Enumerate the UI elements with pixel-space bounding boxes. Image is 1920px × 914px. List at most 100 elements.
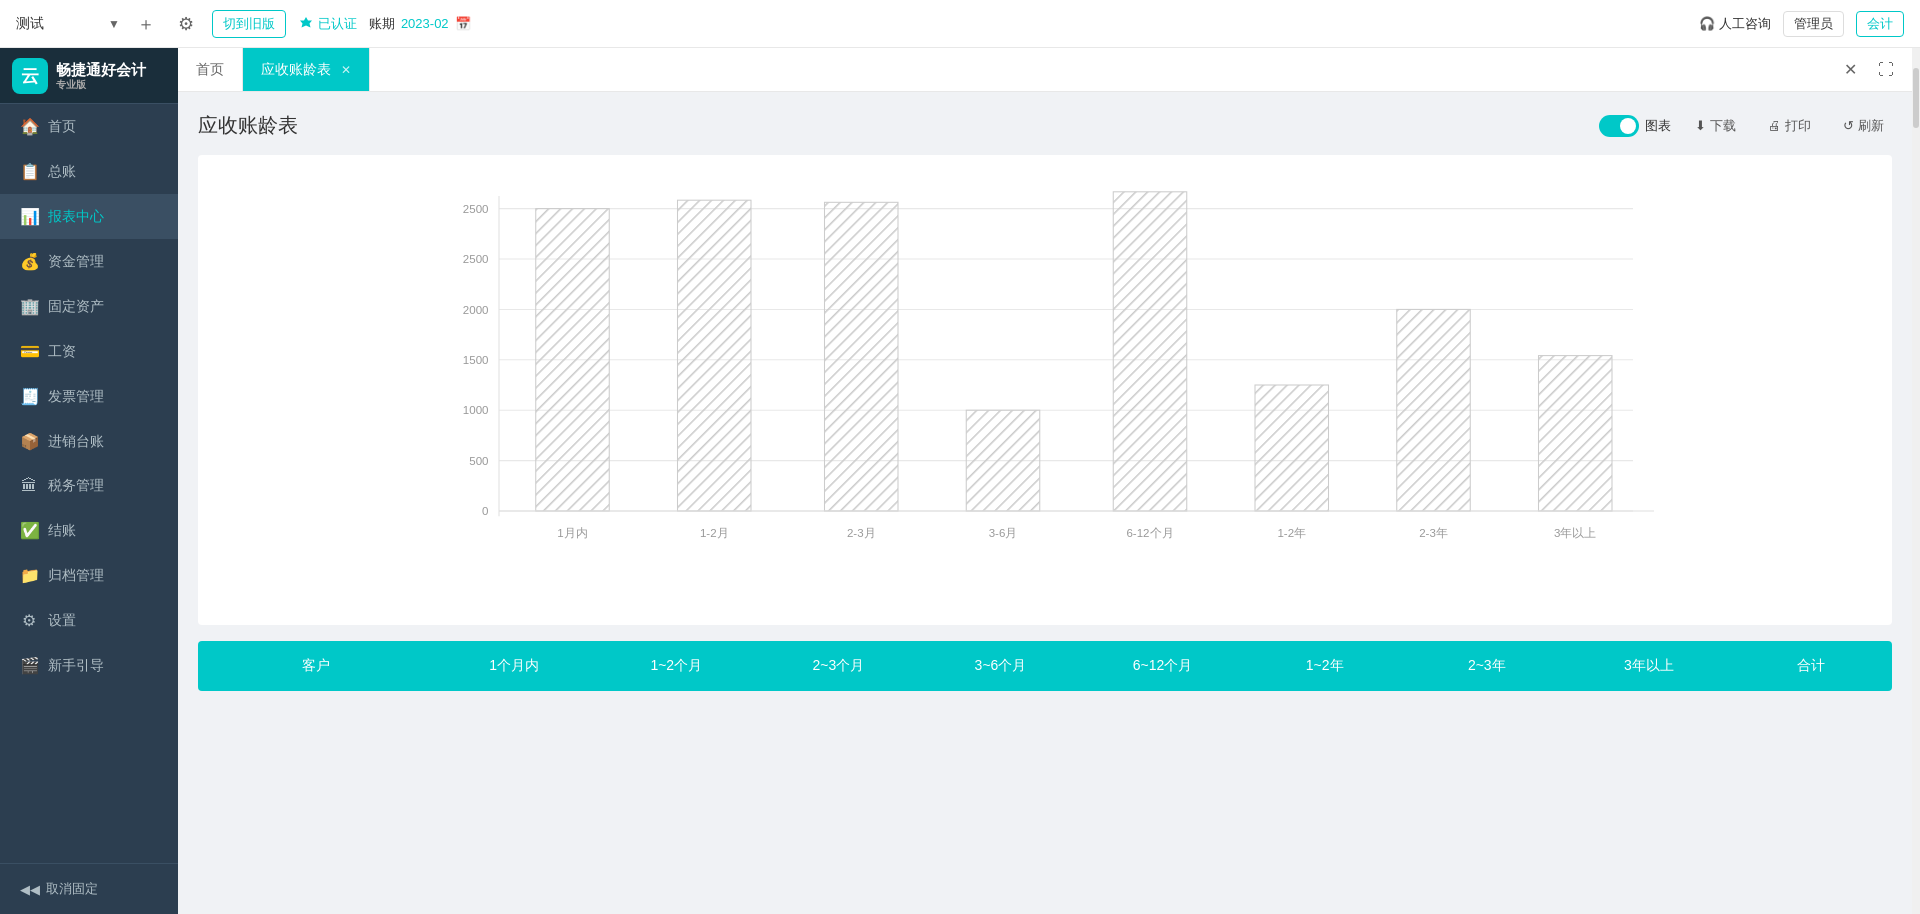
sidebar-item-invoice[interactable]: 🧾 发票管理 <box>0 374 178 419</box>
close-panel-button[interactable]: ✕ <box>1836 56 1864 84</box>
guide-icon: 🎬 <box>20 656 38 675</box>
bar-3-6月 <box>966 410 1040 511</box>
download-button[interactable]: ⬇ 下载 <box>1687 113 1744 139</box>
svg-text:2500: 2500 <box>463 253 489 265</box>
settings-icon: ⚙ <box>20 611 38 630</box>
sidebar-item-tax[interactable]: 🏛 税务管理 <box>0 464 178 508</box>
sidebar-item-label: 进销台账 <box>48 433 104 451</box>
table-header-2-3month: 2~3个月 <box>757 641 919 691</box>
tab-bar-actions: ✕ ⛶ <box>1836 56 1900 84</box>
sidebar-item-funds[interactable]: 💰 资金管理 <box>0 239 178 284</box>
download-label: 下载 <box>1710 117 1736 135</box>
funds-icon: 💰 <box>20 252 38 271</box>
content-area: 首页 应收账龄表 ✕ ✕ ⛶ 应收账龄表 图表 <box>178 48 1912 914</box>
refresh-button[interactable]: ↺ 刷新 <box>1835 113 1892 139</box>
pin-icon: ◀◀ <box>20 882 40 897</box>
chart-area: 0 500 1000 1500 2000 2500 2500 1月内 <box>218 175 1872 595</box>
table-header-total: 合计 <box>1730 641 1892 691</box>
sidebar-item-label: 总账 <box>48 163 76 181</box>
sidebar-item-label: 设置 <box>48 612 76 630</box>
reports-icon: 📊 <box>20 207 38 226</box>
sidebar-item-label: 资金管理 <box>48 253 104 271</box>
sidebar-item-ledger[interactable]: 📋 总账 <box>0 149 178 194</box>
manager-button[interactable]: 管理员 <box>1783 11 1844 37</box>
refresh-icon: ↺ <box>1843 118 1854 133</box>
page-header: 应收账龄表 图表 ⬇ 下载 🖨 打印 ↺ <box>198 112 1892 139</box>
sidebar-item-home[interactable]: 🏠 首页 <box>0 104 178 149</box>
sidebar-item-payroll[interactable]: 💳 工资 <box>0 329 178 374</box>
svg-text:0: 0 <box>482 505 488 517</box>
sidebar-item-label: 工资 <box>48 343 76 361</box>
sidebar: 云 畅捷通好会计 专业版 🏠 首页 📋 总账 📊 报表中心 💰 资金管理 <box>0 48 178 914</box>
sidebar-item-checkout[interactable]: ✅ 结账 <box>0 508 178 553</box>
svg-text:2000: 2000 <box>463 304 489 316</box>
download-icon: ⬇ <box>1695 118 1706 133</box>
module-title: 测试 <box>16 15 96 33</box>
consult-button[interactable]: 🎧 人工咨询 <box>1699 15 1771 33</box>
sidebar-item-assets[interactable]: 🏢 固定资产 <box>0 284 178 329</box>
assets-icon: 🏢 <box>20 297 38 316</box>
svg-text:3-6月: 3-6月 <box>989 527 1018 539</box>
svg-text:1月内: 1月内 <box>557 527 587 539</box>
module-dropdown-icon[interactable]: ▼ <box>108 17 120 31</box>
table-header-6-12month: 6~12个月 <box>1082 641 1244 691</box>
calendar-icon[interactable]: 📅 <box>455 16 471 31</box>
sidebar-item-label: 首页 <box>48 118 76 136</box>
tab-aging-close[interactable]: ✕ <box>341 63 351 77</box>
app-name-text: 畅捷通好会计 专业版 <box>56 61 146 91</box>
bar-1-2月 <box>678 200 752 511</box>
page-title: 应收账龄表 <box>198 112 298 139</box>
sidebar-item-reports[interactable]: 📊 报表中心 <box>0 194 178 239</box>
tab-aging[interactable]: 应收账龄表 ✕ <box>243 48 370 91</box>
page-content: 应收账龄表 图表 ⬇ 下载 🖨 打印 ↺ <box>178 92 1912 914</box>
svg-text:2-3月: 2-3月 <box>847 527 876 539</box>
svg-text:3年以上: 3年以上 <box>1554 527 1596 539</box>
add-module-button[interactable]: ＋ <box>132 10 160 38</box>
data-table-container: 客户 1个月内 1~2个月 2~3个月 3~6个月 6~12个月 1~2年 2~… <box>198 641 1892 691</box>
scrollbar-track[interactable] <box>1912 48 1920 914</box>
bar-1-2年 <box>1255 385 1329 511</box>
app-logo-icon: 云 <box>12 58 48 94</box>
table-header-customer: 客户 <box>198 641 433 691</box>
account-period: 账期 2023-02 📅 <box>369 15 471 33</box>
headset-icon: 🎧 <box>1699 16 1715 31</box>
scrollbar-thumb[interactable] <box>1913 68 1919 128</box>
switch-version-button[interactable]: 切到旧版 <box>212 10 286 38</box>
certified-label: 已认证 <box>318 15 357 33</box>
top-bar: 测试 ▼ ＋ ⚙ 切到旧版 已认证 账期 2023-02 📅 🎧 人工咨询 管理… <box>0 0 1920 48</box>
sidebar-item-archive[interactable]: 📁 归档管理 <box>0 553 178 598</box>
svg-text:2-3年: 2-3年 <box>1419 527 1448 539</box>
print-label: 打印 <box>1785 117 1811 135</box>
sidebar-item-settings[interactable]: ⚙ 设置 <box>0 598 178 643</box>
checkout-icon: ✅ <box>20 521 38 540</box>
print-button[interactable]: 🖨 打印 <box>1760 113 1819 139</box>
role-button[interactable]: 会计 <box>1856 11 1904 37</box>
chart-container: 0 500 1000 1500 2000 2500 2500 1月内 <box>198 155 1892 625</box>
table-header-1-2year: 1~2年 <box>1244 641 1406 691</box>
account-period-value: 2023-02 <box>401 16 449 31</box>
certified-badge: 已认证 <box>298 15 357 33</box>
sidebar-item-guide[interactable]: 🎬 新手引导 <box>0 643 178 688</box>
tab-home[interactable]: 首页 <box>178 48 243 91</box>
bar-6-12月 <box>1113 192 1187 511</box>
sidebar-item-label: 结账 <box>48 522 76 540</box>
expand-panel-button[interactable]: ⛶ <box>1872 56 1900 84</box>
svg-text:2500: 2500 <box>463 203 489 215</box>
print-icon: 🖨 <box>1768 118 1781 133</box>
table-header-2-3year: 2~3年 <box>1406 641 1568 691</box>
account-period-label: 账期 <box>369 15 395 33</box>
ledger-icon: 📋 <box>20 162 38 181</box>
consult-label: 人工咨询 <box>1719 15 1771 33</box>
sidebar-item-sales[interactable]: 📦 进销台账 <box>0 419 178 464</box>
sidebar-item-label: 发票管理 <box>48 388 104 406</box>
sidebar-item-label: 税务管理 <box>48 477 104 495</box>
chart-toggle-switch[interactable] <box>1599 115 1639 137</box>
svg-text:500: 500 <box>469 455 488 467</box>
chart-toggle-label: 图表 <box>1645 117 1671 135</box>
sidebar-item-label: 报表中心 <box>48 208 104 226</box>
bar-3年以上 <box>1539 356 1613 511</box>
settings-gear-button[interactable]: ⚙ <box>172 10 200 38</box>
tab-bar: 首页 应收账龄表 ✕ ✕ ⛶ <box>178 48 1912 92</box>
cancel-fixed-button[interactable]: ◀◀ 取消固定 <box>10 874 168 904</box>
table-header-3yearplus: 3年以上 <box>1568 641 1730 691</box>
